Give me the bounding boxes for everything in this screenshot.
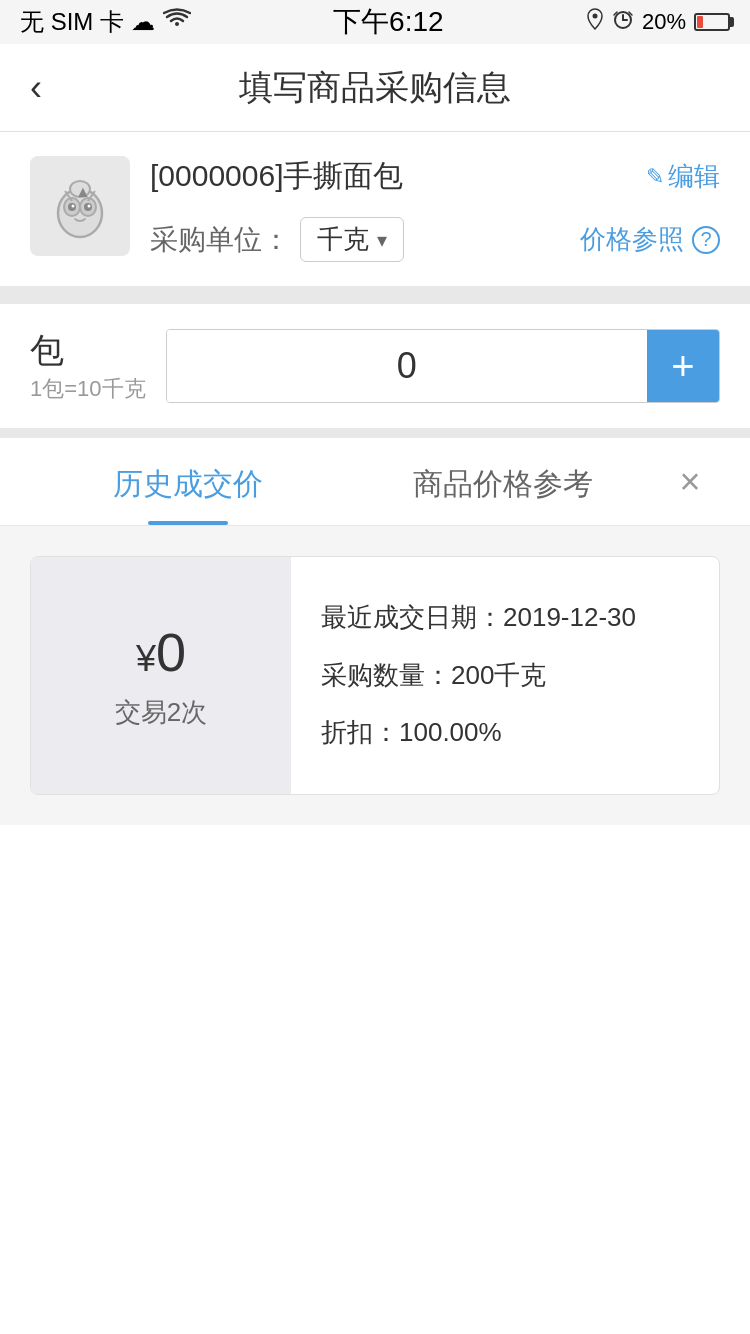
help-circle-icon: ? <box>692 226 720 254</box>
unit-select[interactable]: 千克 ▾ <box>300 217 404 262</box>
header: ‹ 填写商品采购信息 <box>0 44 750 132</box>
quantity-input[interactable] <box>167 330 647 402</box>
history-price-panel: ¥0 交易2次 <box>31 557 291 794</box>
history-detail-panel: 最近成交日期：2019-12-30 采购数量：200千克 折扣：100.00% <box>291 557 719 794</box>
quantity-plus-button[interactable]: + <box>647 330 719 402</box>
location-icon <box>586 8 604 36</box>
history-card: ¥0 交易2次 最近成交日期：2019-12-30 采购数量：200千克 折扣：… <box>30 556 720 795</box>
tab-product-price-ref[interactable]: 商品价格参考 <box>345 438 660 525</box>
dropdown-arrow-icon: ▾ <box>377 228 387 252</box>
wifi-icon <box>163 8 191 36</box>
svg-point-11 <box>72 205 75 208</box>
tab-history-price[interactable]: 历史成交价 <box>30 438 345 525</box>
product-card: ▲ [0000006]手撕面包 ✎ 编辑 采购单位： 千克 ▾ 价格参照 <box>0 132 750 286</box>
main-content <box>0 825 750 1334</box>
trade-count: 交易2次 <box>115 695 207 730</box>
quantity-unit-group: 包 1包=10千克 <box>30 328 146 404</box>
sim-label: 无 SIM 卡 ☁ <box>20 6 155 38</box>
currency-symbol: ¥ <box>136 638 156 679</box>
battery-percent: 20% <box>642 9 686 35</box>
unit-big-label: 包 <box>30 328 146 374</box>
svg-point-0 <box>592 14 597 19</box>
plus-icon: + <box>671 344 694 389</box>
page-title: 填写商品采购信息 <box>239 65 511 111</box>
status-time: 下午6:12 <box>333 3 444 41</box>
svg-text:▲: ▲ <box>75 183 91 200</box>
product-name: [0000006]手撕面包 <box>150 156 403 197</box>
status-bar: 无 SIM 卡 ☁ 下午6:12 <box>0 0 750 44</box>
svg-point-12 <box>88 205 91 208</box>
close-icon: × <box>679 461 700 502</box>
edit-button[interactable]: ✎ 编辑 <box>646 159 720 194</box>
quantity-input-group: + <box>166 329 720 403</box>
product-image: ▲ <box>30 156 130 256</box>
tab-content: ¥0 交易2次 最近成交日期：2019-12-30 采购数量：200千克 折扣：… <box>0 526 750 825</box>
status-right: 20% <box>586 8 730 36</box>
alarm-icon <box>612 8 634 36</box>
back-button[interactable]: ‹ <box>30 67 42 109</box>
battery-icon <box>694 13 730 31</box>
section-divider <box>0 286 750 304</box>
unit-label: 采购单位： <box>150 221 290 259</box>
unit-sub-label: 1包=10千克 <box>30 374 146 404</box>
quantity-row: 包 1包=10千克 + <box>0 304 750 428</box>
product-info: [0000006]手撕面包 ✎ 编辑 采购单位： 千克 ▾ 价格参照 ? <box>150 156 720 262</box>
history-price-value: ¥0 <box>136 621 186 683</box>
price-ref-button[interactable]: 价格参照 ? <box>580 222 720 257</box>
content-divider <box>0 428 750 438</box>
recent-date-row: 最近成交日期：2019-12-30 <box>321 597 689 639</box>
status-left: 无 SIM 卡 ☁ <box>20 6 191 38</box>
tabs-container: 历史成交价 商品价格参考 × <box>0 438 750 526</box>
edit-icon: ✎ <box>646 164 664 190</box>
quantity-row-detail: 采购数量：200千克 <box>321 655 689 697</box>
tab-close-button[interactable]: × <box>660 441 720 523</box>
discount-row: 折扣：100.00% <box>321 712 689 754</box>
